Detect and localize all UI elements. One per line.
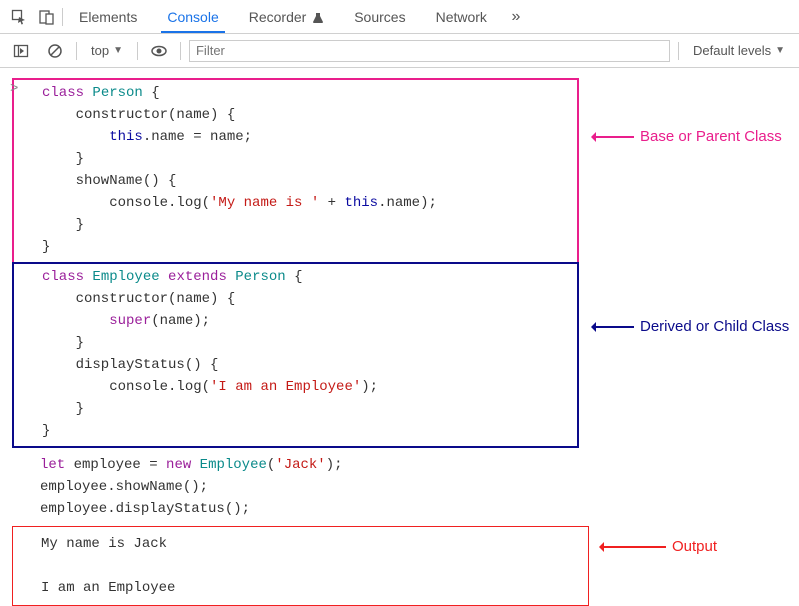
tab-console[interactable]: Console	[153, 1, 232, 32]
code-usage: let employee = new Employee('Jack'); emp…	[6, 448, 799, 526]
console-content: > class Person { constructor(name) { thi…	[0, 68, 799, 606]
code-person-class: class Person { constructor(name) { this.…	[12, 78, 579, 262]
tab-network[interactable]: Network	[422, 1, 501, 32]
sidebar-toggle-icon[interactable]	[8, 38, 34, 64]
annotation-parent: Base or Parent Class	[596, 126, 782, 148]
device-toggle-icon[interactable]	[34, 4, 60, 30]
divider	[137, 42, 138, 60]
output-line: My name is Jack	[41, 536, 167, 552]
prompt-marker: >	[10, 78, 18, 100]
tab-recorder[interactable]: Recorder	[235, 1, 338, 32]
arrow-left-icon	[604, 546, 666, 548]
divider	[678, 42, 679, 60]
divider	[180, 42, 181, 60]
log-levels-selector[interactable]: Default levels ▼	[687, 43, 791, 58]
annotation-child: Derived or Child Class	[596, 316, 789, 338]
divider	[76, 42, 77, 60]
tab-sources[interactable]: Sources	[340, 1, 419, 32]
annotation-output: Output	[604, 536, 717, 558]
clear-console-icon[interactable]	[42, 38, 68, 64]
devtools-tabbar: Elements Console Recorder Sources Networ…	[0, 0, 799, 34]
chevron-down-icon: ▼	[775, 45, 785, 56]
output-line: I am an Employee	[41, 580, 175, 596]
arrow-left-icon	[596, 136, 634, 138]
annotation-label: Derived or Child Class	[640, 316, 789, 338]
tab-elements[interactable]: Elements	[65, 1, 151, 32]
annotation-label: Output	[672, 536, 717, 558]
annotation-label: Base or Parent Class	[640, 126, 782, 148]
live-expression-icon[interactable]	[146, 38, 172, 64]
chevron-down-icon: ▼	[113, 45, 123, 56]
filter-input[interactable]	[189, 40, 670, 62]
context-selector[interactable]: top ▼	[85, 41, 129, 60]
levels-label: Default levels	[693, 43, 771, 58]
code-employee-class: class Employee extends Person { construc…	[12, 262, 579, 448]
inspect-icon[interactable]	[6, 4, 32, 30]
divider	[62, 8, 63, 26]
console-toolbar: top ▼ Default levels ▼	[0, 34, 799, 68]
more-tabs-icon[interactable]: »	[503, 4, 529, 30]
arrow-left-icon	[596, 326, 634, 328]
tab-recorder-label: Recorder	[249, 9, 307, 25]
flask-icon	[312, 12, 324, 24]
console-output: My name is Jack I am an Employee	[12, 526, 589, 606]
context-label: top	[91, 43, 109, 58]
